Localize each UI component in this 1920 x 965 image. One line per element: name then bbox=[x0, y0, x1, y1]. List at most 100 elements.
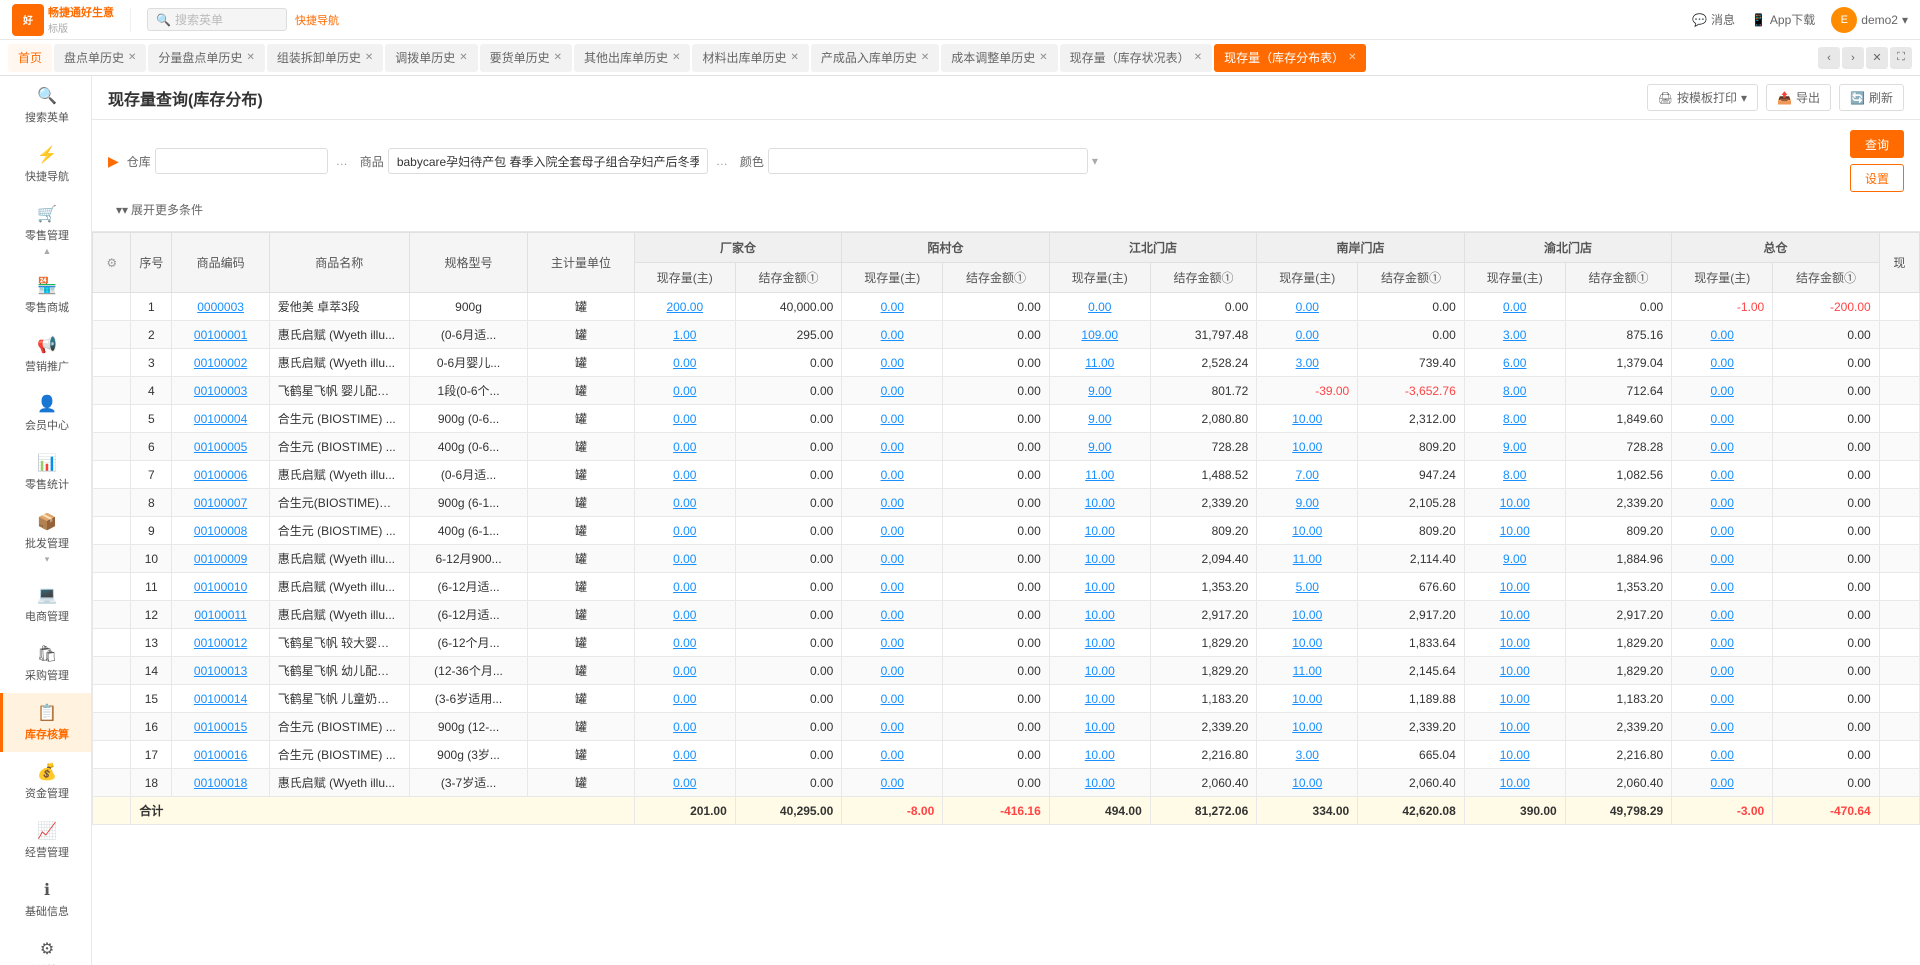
cell-na-qty[interactable]: 0.00 bbox=[1257, 321, 1358, 349]
cell-f-qty[interactable]: 0.00 bbox=[634, 713, 735, 741]
refresh-btn[interactable]: 🔄 刷新 bbox=[1839, 84, 1904, 111]
cell-jb-qty[interactable]: 109.00 bbox=[1049, 321, 1150, 349]
cell-total-qty[interactable]: 0.00 bbox=[1672, 657, 1773, 685]
cell-code[interactable]: 00100014 bbox=[172, 685, 269, 713]
cell-f-qty[interactable]: 0.00 bbox=[634, 377, 735, 405]
cell-total-qty[interactable]: -1.00 bbox=[1672, 293, 1773, 321]
cell-na-qty[interactable]: 3.00 bbox=[1257, 349, 1358, 377]
cell-na-qty[interactable]: 11.00 bbox=[1257, 657, 1358, 685]
cell-jb-qty[interactable]: 10.00 bbox=[1049, 657, 1150, 685]
cell-code[interactable]: 00100004 bbox=[172, 405, 269, 433]
cell-m-qty[interactable]: 0.00 bbox=[842, 601, 943, 629]
cell-yb-qty[interactable]: 10.00 bbox=[1464, 601, 1565, 629]
cell-m-qty[interactable]: 0.00 bbox=[842, 321, 943, 349]
toggle-arrow[interactable]: ▶ bbox=[108, 153, 119, 170]
cell-code[interactable]: 00100018 bbox=[172, 769, 269, 797]
cell-f-qty[interactable]: 0.00 bbox=[634, 433, 735, 461]
close-icon[interactable]: ✕ bbox=[365, 52, 373, 63]
cell-yb-qty[interactable]: 8.00 bbox=[1464, 377, 1565, 405]
sidebar-item-business[interactable]: 📈 经营管理 bbox=[0, 811, 91, 870]
cell-code[interactable]: 00100007 bbox=[172, 489, 269, 517]
close-icon[interactable]: ✕ bbox=[1039, 52, 1047, 63]
app-download-btn[interactable]: 📱 App下载 bbox=[1751, 11, 1815, 28]
cell-code[interactable]: 00100008 bbox=[172, 517, 269, 545]
cell-f-qty[interactable]: 0.00 bbox=[634, 489, 735, 517]
cell-code[interactable]: 00100009 bbox=[172, 545, 269, 573]
cell-code[interactable]: 00100003 bbox=[172, 377, 269, 405]
tab-sub-inventory[interactable]: 分量盘点单历史 ✕ bbox=[148, 44, 264, 72]
cell-yb-qty[interactable]: 10.00 bbox=[1464, 713, 1565, 741]
cell-total-qty[interactable]: 0.00 bbox=[1672, 713, 1773, 741]
th-gear[interactable]: ⚙ bbox=[93, 233, 131, 293]
tab-inventory-check[interactable]: 盘点单历史 ✕ bbox=[54, 44, 146, 72]
close-icon[interactable]: ✕ bbox=[554, 52, 562, 63]
sidebar-item-purchase[interactable]: 🛍 采购管理 bbox=[0, 634, 91, 693]
setting-btn[interactable]: 设置 bbox=[1850, 164, 1904, 192]
cell-total-qty[interactable]: 0.00 bbox=[1672, 377, 1773, 405]
cell-yb-qty[interactable]: 10.00 bbox=[1464, 489, 1565, 517]
cell-f-qty[interactable]: 0.00 bbox=[634, 629, 735, 657]
cell-code[interactable]: 00100016 bbox=[172, 741, 269, 769]
cell-jb-qty[interactable]: 9.00 bbox=[1049, 433, 1150, 461]
cell-na-qty[interactable]: 3.00 bbox=[1257, 741, 1358, 769]
cell-yb-qty[interactable]: 10.00 bbox=[1464, 573, 1565, 601]
cell-m-qty[interactable]: 0.00 bbox=[842, 545, 943, 573]
sidebar-item-retail-stats[interactable]: 📊 零售统计 bbox=[0, 443, 91, 502]
sidebar-item-inventory[interactable]: 📋 库存核算 bbox=[0, 693, 91, 752]
cell-jb-qty[interactable]: 10.00 bbox=[1049, 545, 1150, 573]
sidebar-item-search[interactable]: 🔍 搜索英单 bbox=[0, 76, 91, 135]
cell-m-qty[interactable]: 0.00 bbox=[842, 769, 943, 797]
cell-m-qty[interactable]: 0.00 bbox=[842, 741, 943, 769]
close-icon[interactable]: ✕ bbox=[921, 52, 929, 63]
goods-input[interactable] bbox=[388, 148, 708, 174]
cell-jb-qty[interactable]: 9.00 bbox=[1049, 377, 1150, 405]
sidebar-item-finance[interactable]: 💰 资金管理 bbox=[0, 752, 91, 811]
cell-m-qty[interactable]: 0.00 bbox=[842, 293, 943, 321]
sidebar-item-marketing[interactable]: 📢 营销推广 bbox=[0, 325, 91, 384]
close-icon[interactable]: ✕ bbox=[459, 52, 467, 63]
cell-m-qty[interactable]: 0.00 bbox=[842, 685, 943, 713]
sidebar-item-wholesale[interactable]: 📦 批发管理 ▾ bbox=[0, 502, 91, 575]
quick-nav-link[interactable]: 快捷导航 bbox=[295, 12, 339, 28]
cell-yb-qty[interactable]: 10.00 bbox=[1464, 629, 1565, 657]
close-icon[interactable]: ✕ bbox=[790, 52, 798, 63]
cell-na-qty[interactable]: 10.00 bbox=[1257, 433, 1358, 461]
cell-code[interactable]: 00100015 bbox=[172, 713, 269, 741]
cell-total-qty[interactable]: 0.00 bbox=[1672, 601, 1773, 629]
cell-yb-qty[interactable]: 10.00 bbox=[1464, 741, 1565, 769]
nav-prev[interactable]: ‹ bbox=[1818, 47, 1840, 69]
user-menu[interactable]: E demo2 ▾ bbox=[1831, 7, 1908, 33]
nav-next[interactable]: › bbox=[1842, 47, 1864, 69]
cell-code[interactable]: 00100013 bbox=[172, 657, 269, 685]
cell-jb-qty[interactable]: 10.00 bbox=[1049, 601, 1150, 629]
cell-total-qty[interactable]: 0.00 bbox=[1672, 349, 1773, 377]
cell-total-qty[interactable]: 0.00 bbox=[1672, 461, 1773, 489]
expand-btn[interactable]: ▾▾ 展开更多条件 bbox=[108, 198, 211, 221]
cell-jb-qty[interactable]: 10.00 bbox=[1049, 629, 1150, 657]
message-btn[interactable]: 💬 消息 bbox=[1692, 11, 1735, 28]
cell-na-qty[interactable]: 10.00 bbox=[1257, 601, 1358, 629]
cell-jb-qty[interactable]: 10.00 bbox=[1049, 517, 1150, 545]
cell-f-qty[interactable]: 0.00 bbox=[634, 461, 735, 489]
cell-m-qty[interactable]: 0.00 bbox=[842, 489, 943, 517]
cell-na-qty[interactable]: 0.00 bbox=[1257, 293, 1358, 321]
cell-total-qty[interactable]: 0.00 bbox=[1672, 433, 1773, 461]
cell-m-qty[interactable]: 0.00 bbox=[842, 433, 943, 461]
cell-jb-qty[interactable]: 9.00 bbox=[1049, 405, 1150, 433]
cell-yb-qty[interactable]: 0.00 bbox=[1464, 293, 1565, 321]
cell-total-qty[interactable]: 0.00 bbox=[1672, 489, 1773, 517]
cell-f-qty[interactable]: 0.00 bbox=[634, 657, 735, 685]
query-btn[interactable]: 查询 bbox=[1850, 130, 1904, 158]
cell-f-qty[interactable]: 0.00 bbox=[634, 349, 735, 377]
cell-code[interactable]: 00100001 bbox=[172, 321, 269, 349]
cell-jb-qty[interactable]: 10.00 bbox=[1049, 685, 1150, 713]
cell-code[interactable]: 00100012 bbox=[172, 629, 269, 657]
cell-total-qty[interactable]: 0.00 bbox=[1672, 769, 1773, 797]
sidebar-item-retail-shop[interactable]: 🏪 零售商城 bbox=[0, 266, 91, 325]
cell-f-qty[interactable]: 0.00 bbox=[634, 573, 735, 601]
cell-f-qty[interactable]: 0.00 bbox=[634, 685, 735, 713]
tab-material-out[interactable]: 材料出库单历史 ✕ bbox=[692, 44, 808, 72]
cell-total-qty[interactable]: 0.00 bbox=[1672, 321, 1773, 349]
cell-yb-qty[interactable]: 10.00 bbox=[1464, 769, 1565, 797]
tab-home[interactable]: 首页 bbox=[8, 44, 52, 72]
